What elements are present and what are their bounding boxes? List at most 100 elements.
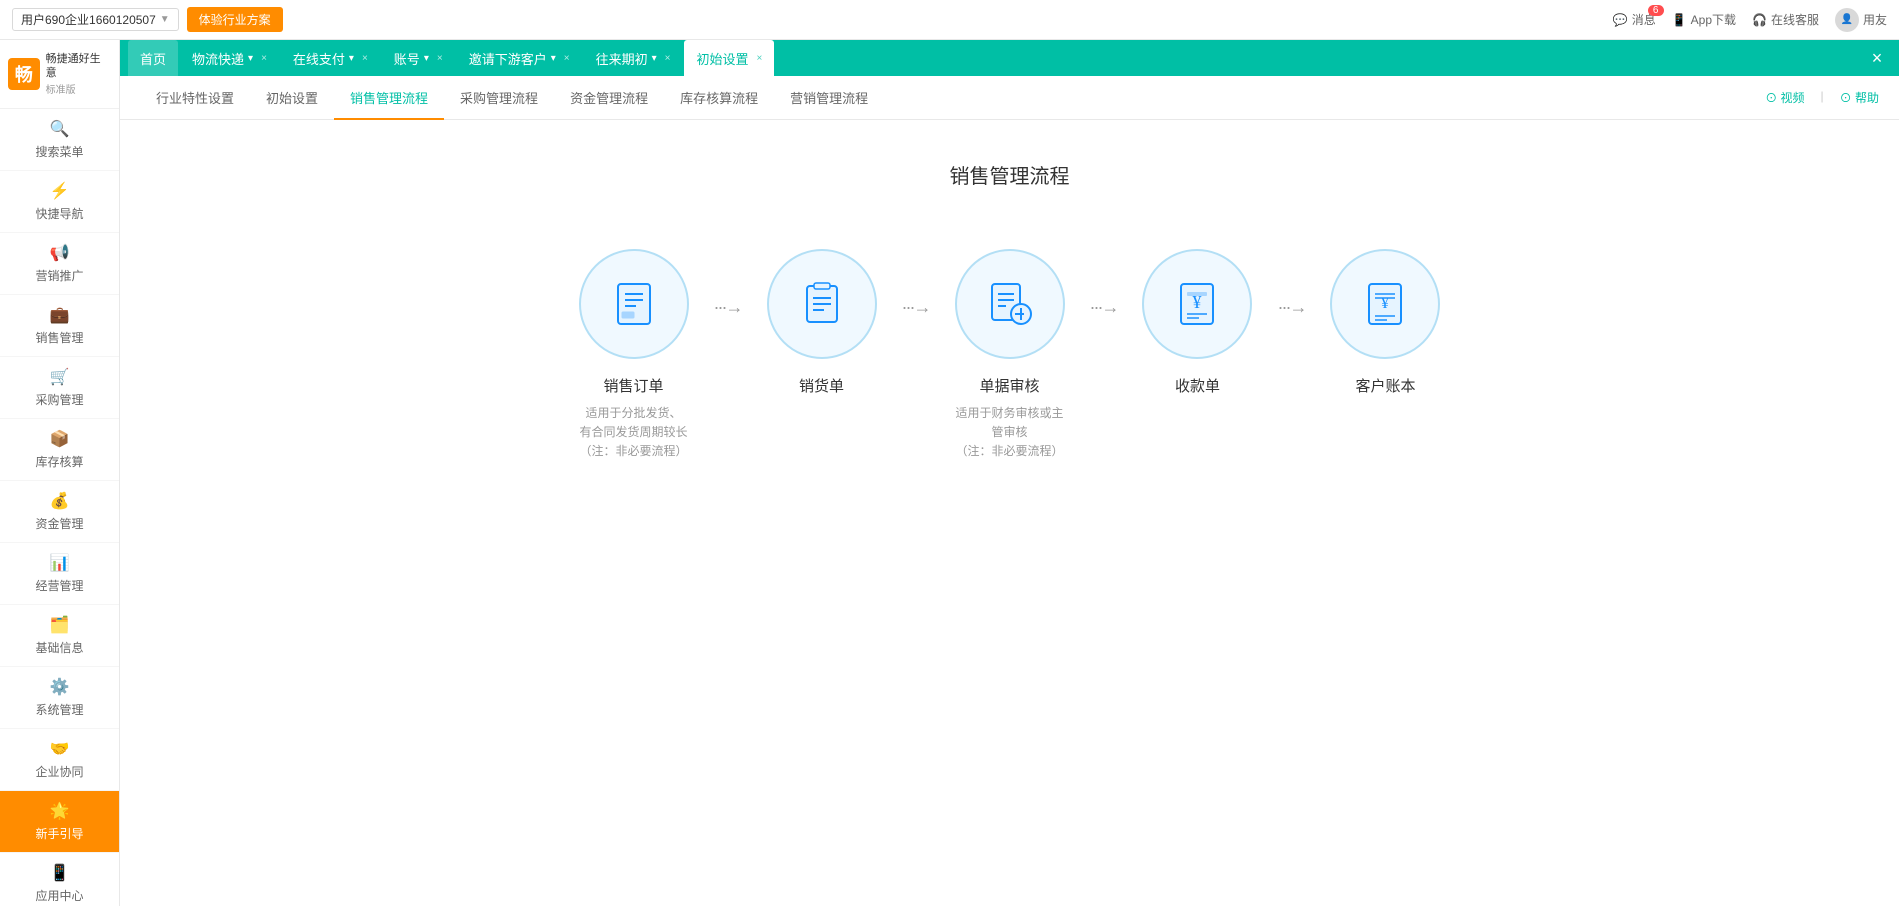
subtab-funds[interactable]: 资金管理流程 [554, 76, 664, 120]
message-badge: 6 [1648, 5, 1664, 16]
sidebar-item-basic[interactable]: 🗂️ 基础信息 [0, 605, 119, 667]
subtab-stock[interactable]: 库存核算流程 [664, 76, 774, 120]
sidebar-item-apps[interactable]: 📱 应用中心 [0, 853, 119, 906]
subtab-funds-label: 资金管理流程 [570, 88, 648, 107]
user-name: 用友 [1863, 11, 1887, 28]
main-layout: 畅 畅捷通好生意 标准版 🔍 搜索菜单 ⚡ 快捷导航 📢 营销推广 💼 销售管理… [0, 40, 1899, 906]
flow-circle-doc-review[interactable] [955, 249, 1065, 359]
flow-label-customer-ledger: 客户账本 [1355, 375, 1415, 396]
sidebar-item-operation[interactable]: 📊 经营管理 [0, 543, 119, 605]
sidebar-item-search[interactable]: 🔍 搜索菜单 [0, 109, 119, 171]
tab-payment-close[interactable]: × [362, 53, 368, 64]
flow-label-sales-order: 销售订单 [604, 375, 664, 396]
flow-desc-doc-review: 适用于财务审核或主管审核（注：非必要流程） [955, 404, 1063, 462]
sidebar-label-system: 系统管理 [35, 701, 83, 718]
subtab-marketing-label: 营销管理流程 [790, 88, 868, 107]
tab-payment[interactable]: 在线支付 ▾ × [281, 40, 380, 76]
tab-home-label: 首页 [140, 49, 166, 68]
tab-logistics-close[interactable]: × [261, 53, 267, 64]
guide-icon: 🌟 [50, 801, 70, 821]
search-icon: 🔍 [50, 119, 70, 139]
flow-label-doc-review: 单据审核 [979, 375, 1039, 396]
lightning-icon: ⚡ [50, 181, 70, 201]
subtab-marketing[interactable]: 营销管理流程 [774, 76, 884, 120]
subtab-actions: ⊙ 视频 | ⊙ 帮助 [1765, 89, 1879, 106]
message-icon-item[interactable]: 💬 消息 6 [1613, 11, 1656, 28]
nav-tabs: 首页 物流快递 ▾ × 在线支付 ▾ × 账号 ▾ × 邀请下游客户 ▾ × [120, 40, 1899, 76]
tab-payment-arrow: ▾ [349, 53, 354, 64]
tab-period[interactable]: 往来期初 ▾ × [584, 40, 683, 76]
trial-button[interactable]: 体验行业方案 [187, 7, 283, 32]
top-bar: 用户690企业1660120507 ▼ 体验行业方案 💬 消息 6 📱 App下… [0, 0, 1899, 40]
sidebar-label-operation: 经营管理 [35, 577, 83, 594]
sidebar-item-sales[interactable]: 💼 销售管理 [0, 295, 119, 357]
user-selector[interactable]: 用户690企业1660120507 ▼ [12, 8, 179, 31]
flow-circle-customer-ledger[interactable]: ¥ [1330, 249, 1440, 359]
sidebar-label-purchase: 采购管理 [35, 391, 83, 408]
tab-invite[interactable]: 邀请下游客户 ▾ × [457, 40, 582, 76]
service-item[interactable]: 🎧 在线客服 [1752, 11, 1819, 28]
sidebar-item-system[interactable]: ⚙️ 系统管理 [0, 667, 119, 729]
tab-account-label: 账号 [394, 49, 420, 68]
sidebar-item-purchase[interactable]: 🛒 采购管理 [0, 357, 119, 419]
flow-item-receipt: ¥ 收款单 [1117, 249, 1277, 404]
page-title: 销售管理流程 [140, 160, 1879, 189]
page-content: 销售管理流程 销售订单 [120, 120, 1899, 906]
tab-account[interactable]: 账号 ▾ × [382, 40, 455, 76]
marketing-icon: 📢 [50, 243, 70, 263]
tab-period-label: 往来期初 [596, 49, 648, 68]
user-avatar-item[interactable]: 👤 用友 [1835, 8, 1887, 32]
tab-init-close[interactable]: × [756, 53, 762, 64]
sidebar-item-marketing[interactable]: 📢 营销推广 [0, 233, 119, 295]
sales-icon: 💼 [50, 305, 70, 325]
subtab-industry[interactable]: 行业特性设置 [140, 76, 250, 120]
tab-init[interactable]: 初始设置 × [684, 40, 774, 76]
sidebar-item-guide[interactable]: 🌟 新手引导 [0, 791, 119, 853]
sidebar-label-basic: 基础信息 [35, 639, 83, 656]
tab-account-close[interactable]: × [437, 53, 443, 64]
flow-label-sales-shipment: 销货单 [799, 375, 844, 396]
video-link[interactable]: ⊙ 视频 [1765, 89, 1804, 106]
top-bar-right: 💬 消息 6 📱 App下载 🎧 在线客服 👤 用友 [1613, 8, 1887, 32]
dropdown-arrow-icon: ▼ [160, 14, 170, 25]
logo-sub: 标准版 [46, 81, 111, 96]
content-area: 行业特性设置 初始设置 销售管理流程 采购管理流程 资金管理流程 库存核算流程 [120, 76, 1899, 906]
flow-arrow-1: ···→ [714, 249, 742, 318]
subtab-init[interactable]: 初始设置 [250, 76, 334, 120]
subtab-purchase[interactable]: 采购管理流程 [444, 76, 554, 120]
help-link[interactable]: ⊙ 帮助 [1840, 89, 1879, 106]
logo-icon: 畅 [8, 58, 40, 90]
flow-item-doc-review: 单据审核 适用于财务审核或主管审核（注：非必要流程） [930, 249, 1090, 462]
tab-invite-close[interactable]: × [564, 53, 570, 64]
flow-arrow-3: ···→ [1090, 249, 1118, 318]
tab-init-label: 初始设置 [696, 49, 748, 68]
basic-icon: 🗂️ [50, 615, 70, 635]
flow-label-receipt: 收款单 [1175, 375, 1220, 396]
sidebar-item-quicknav[interactable]: ⚡ 快捷导航 [0, 171, 119, 233]
sidebar-item-corp[interactable]: 🤝 企业协同 [0, 729, 119, 791]
tab-logistics-arrow: ▾ [248, 53, 253, 64]
tab-period-close[interactable]: × [665, 53, 671, 64]
flow-circle-sales-order[interactable] [579, 249, 689, 359]
subtab-stock-label: 库存核算流程 [680, 88, 758, 107]
tab-invite-arrow: ▾ [551, 53, 556, 64]
flow-diagram: 销售订单 适用于分批发货、有合同发货周期较长（注：非必要流程） ···→ [140, 249, 1879, 462]
tab-logistics[interactable]: 物流快递 ▾ × [180, 40, 279, 76]
sidebar-label-marketing: 营销推广 [35, 267, 83, 284]
app-label: App下载 [1691, 11, 1736, 28]
tab-logistics-label: 物流快递 [192, 49, 244, 68]
app-download-item[interactable]: 📱 App下载 [1672, 11, 1736, 28]
flow-circle-receipt[interactable]: ¥ [1142, 249, 1252, 359]
flow-item-sales-shipment: 销货单 [742, 249, 902, 404]
sidebar-item-finance[interactable]: 💰 资金管理 [0, 481, 119, 543]
finance-icon: 💰 [50, 491, 70, 511]
flow-circle-sales-shipment[interactable] [767, 249, 877, 359]
close-all-tabs-button[interactable]: × [1863, 44, 1891, 72]
app-icon: 📱 [1672, 13, 1687, 27]
tab-home[interactable]: 首页 [128, 40, 178, 76]
arrow-icon-1: ···→ [714, 297, 742, 318]
subtab-sales[interactable]: 销售管理流程 [334, 76, 444, 120]
sidebar: 畅 畅捷通好生意 标准版 🔍 搜索菜单 ⚡ 快捷导航 📢 营销推广 💼 销售管理… [0, 40, 120, 906]
subtab-init-label: 初始设置 [266, 88, 318, 107]
sidebar-item-inventory[interactable]: 📦 库存核算 [0, 419, 119, 481]
